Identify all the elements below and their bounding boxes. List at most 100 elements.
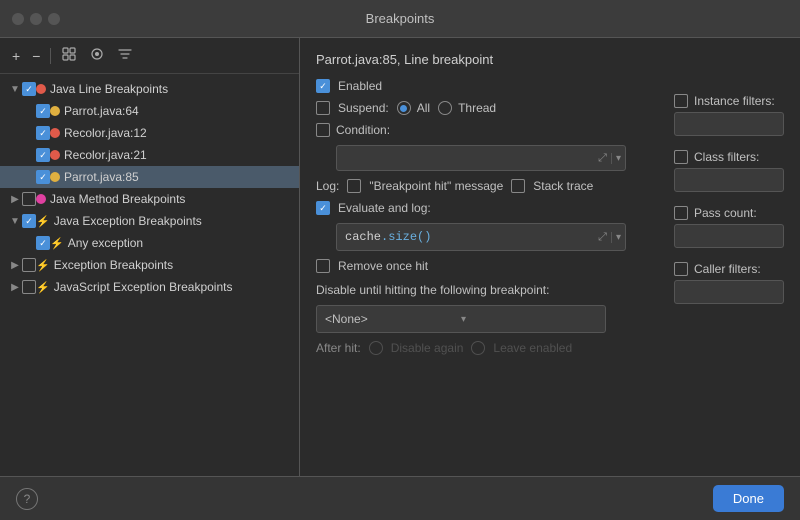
evaluate-dropdown-arrow[interactable]: ▾: [611, 232, 625, 243]
label-recolor-21: Recolor.java:21: [64, 148, 147, 162]
dot-icon-recolor-21: [50, 150, 60, 160]
evaluate-input-wrap: cache.size() ⤢ ▾: [336, 223, 626, 251]
checkbox-any-exception[interactable]: [36, 236, 50, 250]
evaluate-value: cache.size(): [337, 226, 594, 248]
minimize-button[interactable]: [30, 13, 42, 25]
checkbox-java-exception[interactable]: [22, 214, 36, 228]
condition-checkbox[interactable]: [316, 123, 330, 137]
checkbox-parrot-85[interactable]: [36, 170, 50, 184]
remove-once-hit-checkbox[interactable]: [316, 259, 330, 273]
left-panel: + −: [0, 38, 300, 520]
suspend-all-wrap: All: [397, 101, 430, 115]
remove-button[interactable]: −: [28, 46, 44, 66]
group-button[interactable]: [57, 44, 81, 67]
disable-select-value: <None>: [325, 312, 461, 326]
dot-icon-recolor-12: [50, 128, 60, 138]
window-title: Breakpoints: [366, 11, 435, 26]
checkbox-recolor-21[interactable]: [36, 148, 50, 162]
lightning-icon-java-exception: ⚡: [36, 215, 50, 228]
caller-filters-input[interactable]: [675, 284, 800, 300]
right-side-filters: Instance filters: 📁 Class filters: 📁: [674, 94, 784, 304]
breakpoint-hit-checkbox[interactable]: [347, 179, 361, 193]
add-button[interactable]: +: [8, 46, 24, 66]
disable-again-radio: [369, 341, 383, 355]
expand-arrow-java-method[interactable]: ▶: [8, 194, 22, 205]
evaluate-checkbox[interactable]: [316, 201, 330, 215]
label-exception: Exception Breakpoints: [54, 258, 173, 272]
tree-item-java-method[interactable]: ▶ Java Method Breakpoints: [0, 188, 299, 210]
checkbox-recolor-12[interactable]: [36, 126, 50, 140]
class-filters-input[interactable]: [675, 172, 800, 188]
close-button[interactable]: [12, 13, 24, 25]
class-filters-checkbox[interactable]: [674, 150, 688, 164]
pass-count-row: Pass count: 📁: [674, 206, 784, 248]
suspend-checkbox[interactable]: [316, 101, 330, 115]
pass-count-input-wrap: 📁: [674, 224, 784, 248]
condition-dropdown-arrow[interactable]: ▾: [611, 153, 625, 164]
maximize-button[interactable]: [48, 13, 60, 25]
label-java-line: Java Line Breakpoints: [50, 82, 168, 96]
breakpoint-tree: ▼ Java Line Breakpoints Parrot.java:64 R…: [0, 74, 299, 520]
class-filters-row: Class filters: 📁: [674, 150, 784, 192]
mute-button[interactable]: [85, 44, 109, 67]
done-button[interactable]: Done: [713, 485, 784, 512]
tree-item-js-exception[interactable]: ▶ ⚡ JavaScript Exception Breakpoints: [0, 276, 299, 298]
checkbox-java-line[interactable]: [22, 82, 36, 96]
lightning-icon-exception: ⚡: [36, 259, 50, 272]
filter-button[interactable]: [113, 44, 137, 67]
condition-input[interactable]: [337, 148, 594, 168]
label-js-exception: JavaScript Exception Breakpoints: [54, 280, 233, 294]
label-recolor-12: Recolor.java:12: [64, 126, 147, 140]
evaluate-label: Evaluate and log:: [338, 201, 431, 215]
breakpoint-hit-label: "Breakpoint hit" message: [369, 179, 503, 193]
after-hit-label: After hit:: [316, 341, 361, 355]
expand-arrow-java-line[interactable]: ▼: [8, 84, 22, 95]
tree-item-java-line[interactable]: ▼ Java Line Breakpoints: [0, 78, 299, 100]
disable-select[interactable]: <None> ▾: [316, 305, 606, 333]
after-hit-row: After hit: Disable again Leave enabled: [316, 341, 784, 355]
bottom-bar: ? Done: [0, 476, 800, 520]
lightning-icon-js-exception: ⚡: [36, 281, 50, 294]
checkbox-java-method[interactable]: [22, 192, 36, 206]
checkbox-parrot-64[interactable]: [36, 104, 50, 118]
enabled-checkbox[interactable]: [316, 79, 330, 93]
title-bar: Breakpoints: [0, 0, 800, 38]
instance-filters-label: Instance filters:: [694, 94, 775, 108]
leave-enabled-radio: [471, 341, 485, 355]
tree-item-any-exception[interactable]: ⚡ Any exception: [0, 232, 299, 254]
pass-count-input[interactable]: [675, 228, 800, 244]
tree-item-parrot-85[interactable]: Parrot.java:85: [0, 166, 299, 188]
stack-trace-checkbox[interactable]: [511, 179, 525, 193]
main-content: + −: [0, 38, 800, 520]
condition-label: Condition:: [336, 123, 390, 137]
instance-filters-input[interactable]: [675, 116, 800, 132]
expand-evaluate-icon[interactable]: ⤢: [594, 231, 611, 244]
expand-arrow-java-exception[interactable]: ▼: [8, 216, 22, 227]
tree-item-exception[interactable]: ▶ ⚡ Exception Breakpoints: [0, 254, 299, 276]
leave-enabled-label: Leave enabled: [493, 341, 572, 355]
suspend-label: Suspend:: [338, 101, 389, 115]
tree-item-recolor-21[interactable]: Recolor.java:21: [0, 144, 299, 166]
tree-item-java-exception[interactable]: ▼ ⚡ Java Exception Breakpoints: [0, 210, 299, 232]
expand-arrow-js-exception[interactable]: ▶: [8, 282, 22, 293]
tree-item-parrot-64[interactable]: Parrot.java:64: [0, 100, 299, 122]
stack-trace-label: Stack trace: [533, 179, 593, 193]
label-any-exception: Any exception: [68, 236, 143, 250]
pass-count-checkbox[interactable]: [674, 206, 688, 220]
expand-arrow-exception[interactable]: ▶: [8, 260, 22, 271]
log-label: Log:: [316, 179, 339, 193]
class-filters-input-wrap: 📁: [674, 168, 784, 192]
expand-condition-icon[interactable]: ⤢: [594, 152, 611, 165]
checkbox-exception[interactable]: [22, 258, 36, 272]
suspend-thread-radio[interactable]: [438, 101, 452, 115]
toolbar: + −: [0, 38, 299, 74]
caller-filters-checkbox[interactable]: [674, 262, 688, 276]
suspend-all-radio[interactable]: [397, 101, 411, 115]
suspend-thread-wrap: Thread: [438, 101, 496, 115]
tree-item-recolor-12[interactable]: Recolor.java:12: [0, 122, 299, 144]
dot-icon-parrot-64: [50, 106, 60, 116]
caller-filters-label-row: Caller filters:: [674, 262, 784, 276]
checkbox-js-exception[interactable]: [22, 280, 36, 294]
help-button[interactable]: ?: [16, 488, 38, 510]
instance-filters-checkbox[interactable]: [674, 94, 688, 108]
